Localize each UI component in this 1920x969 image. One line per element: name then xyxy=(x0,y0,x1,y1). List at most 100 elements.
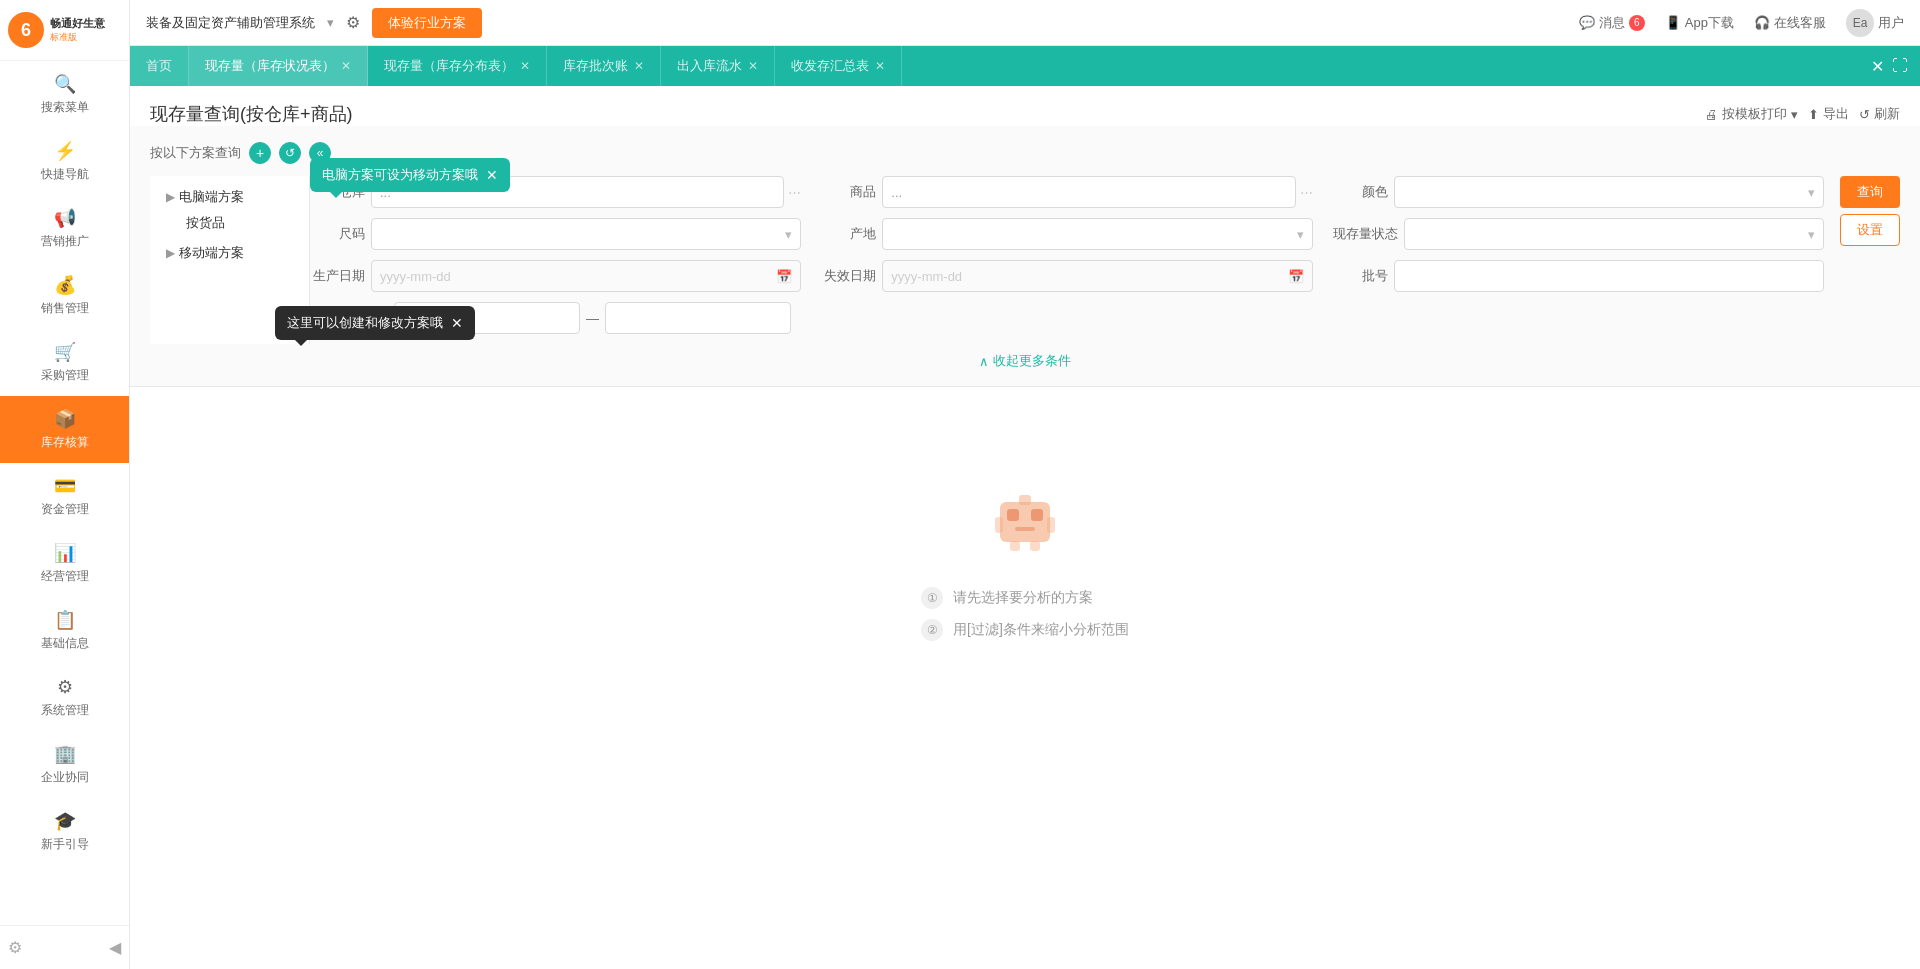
refresh-label: 刷新 xyxy=(1874,105,1900,123)
collapse-sidebar-icon[interactable]: ◀ xyxy=(109,938,121,957)
filter-add-button[interactable]: + xyxy=(249,142,271,164)
tab-stock-status-close[interactable]: ✕ xyxy=(341,59,351,73)
sidebar-item-purchase[interactable]: 🛒 采购管理 xyxy=(0,329,129,396)
tree-item-desktop-sub[interactable]: 按货品 xyxy=(158,210,297,236)
prod-date-input[interactable]: yyyy-mm-dd 📅 xyxy=(371,260,801,292)
tab-inout-flow[interactable]: 出入库流水 ✕ xyxy=(661,46,775,86)
color-label: 颜色 xyxy=(1333,183,1388,201)
refresh-button[interactable]: ↺ 刷新 xyxy=(1859,105,1900,123)
export-button[interactable]: ⬆ 导出 xyxy=(1808,105,1849,123)
sidebar-item-system[interactable]: ⚙ 系统管理 xyxy=(0,664,129,731)
tab-stock-status[interactable]: 现存量（库存状况表） ✕ xyxy=(189,46,368,86)
filter-edit-button[interactable]: ↺ xyxy=(279,142,301,164)
sidebar-item-label: 企业协同 xyxy=(41,769,89,786)
tab-stock-batch-close[interactable]: ✕ xyxy=(634,59,644,73)
sidebar-item-label: 系统管理 xyxy=(41,702,89,719)
top-bar-right: 💬 消息 6 📱 App下载 🎧 在线客服 Ea 用户 xyxy=(1579,9,1904,37)
topbar-settings-icon[interactable]: ⚙ xyxy=(346,13,360,32)
expire-date-input[interactable]: yyyy-mm-dd 📅 xyxy=(882,260,1312,292)
system-dropdown-icon[interactable]: ▾ xyxy=(327,15,334,30)
svg-rect-2 xyxy=(1031,509,1043,521)
tab-stock-dist[interactable]: 现存量（库存分布表） ✕ xyxy=(368,46,547,86)
page-header: 现存量查询(按仓库+商品) 🖨 按模板打印 ▾ ⬆ 导出 ↺ 刷新 xyxy=(130,86,1920,126)
message-item[interactable]: 💬 消息 6 xyxy=(1579,14,1645,32)
tabs-expand-icon[interactable]: ⛶ xyxy=(1892,57,1908,75)
sidebar-item-enterprise[interactable]: 🏢 企业协同 xyxy=(0,731,129,798)
support-item[interactable]: 🎧 在线客服 xyxy=(1754,14,1826,32)
goods-more-icon[interactable]: ⋯ xyxy=(1300,185,1313,200)
tab-home-label: 首页 xyxy=(146,57,172,75)
filter-row-3: 生产日期 yyyy-mm-dd 📅 失效日期 yyyy-mm-dd xyxy=(310,260,1824,292)
tooltip-main-close[interactable]: ✕ xyxy=(486,167,498,183)
building-icon: 🏢 xyxy=(54,743,76,765)
sidebar-item-label: 基础信息 xyxy=(41,635,89,652)
origin-label: 产地 xyxy=(821,225,876,243)
message-badge: 6 xyxy=(1629,15,1645,31)
industry-button[interactable]: 体验行业方案 xyxy=(372,8,482,38)
tab-home[interactable]: 首页 xyxy=(130,46,189,86)
filter-label: 按以下方案查询 xyxy=(150,144,241,162)
tooltip-main-text: 电脑方案可设为移动方案哦 xyxy=(322,166,478,184)
sidebar-item-guide[interactable]: ⚡ 快捷导航 xyxy=(0,128,129,195)
tab-stock-batch[interactable]: 库存批次账 ✕ xyxy=(547,46,661,86)
warehouse-more-icon[interactable]: ⋯ xyxy=(788,185,801,200)
svg-rect-5 xyxy=(995,517,1003,533)
sidebar-item-label: 经营管理 xyxy=(41,568,89,585)
print-button[interactable]: 🖨 按模板打印 ▾ xyxy=(1705,105,1798,123)
stock-status-select[interactable]: ▾ xyxy=(1404,218,1824,250)
sidebar-item-sales[interactable]: 💰 销售管理 xyxy=(0,262,129,329)
batch-input[interactable] xyxy=(1394,260,1824,292)
prod-date-placeholder: yyyy-mm-dd xyxy=(380,269,451,284)
sidebar-item-newguide[interactable]: 🎓 新手引导 xyxy=(0,798,129,865)
tree-item-desktop[interactable]: ▶ 电脑端方案 xyxy=(158,184,297,210)
expire-date-placeholder: yyyy-mm-dd xyxy=(891,269,962,284)
tab-recv-summary-close[interactable]: ✕ xyxy=(875,59,885,73)
origin-select[interactable]: ▾ xyxy=(882,218,1312,250)
app-download-item[interactable]: 📱 App下载 xyxy=(1665,14,1734,32)
goods-placeholder: ... xyxy=(891,185,902,200)
stock-status-arrow-icon: ▾ xyxy=(1808,227,1815,242)
sidebar-nav: 🔍 搜索菜单 ⚡ 快捷导航 📢 营销推广 💰 销售管理 🛒 采购管理 📦 xyxy=(0,61,129,925)
collapse-filter-button[interactable]: ∧ 收起更多条件 xyxy=(150,352,1900,370)
tab-stock-dist-close[interactable]: ✕ xyxy=(520,59,530,73)
tab-inout-flow-close[interactable]: ✕ xyxy=(748,59,758,73)
size-arrow-icon: ▾ xyxy=(785,227,792,242)
goods-label: 商品 xyxy=(821,183,876,201)
sidebar-item-label: 库存核算 xyxy=(41,434,89,451)
tab-recv-summary[interactable]: 收发存汇总表 ✕ xyxy=(775,46,902,86)
sidebar-item-inventory[interactable]: 📦 库存核算 xyxy=(0,396,129,463)
reset-button[interactable]: 设置 xyxy=(1840,214,1900,246)
settings-bottom-icon[interactable]: ⚙ xyxy=(8,938,22,957)
size-select[interactable]: ▾ xyxy=(371,218,801,250)
sidebar-item-operation[interactable]: 📊 经营管理 xyxy=(0,530,129,597)
stock-status-field: 现存量状态 ▾ xyxy=(1333,218,1824,250)
expire-date-field: 失效日期 yyyy-mm-dd 📅 xyxy=(821,260,1312,292)
sidebar-bottom: ⚙ ◀ xyxy=(0,925,129,969)
sidebar-item-marketing[interactable]: 📢 营销推广 xyxy=(0,195,129,262)
top-bar-left: 装备及固定资产辅助管理系统 ▾ ⚙ 体验行业方案 xyxy=(146,8,482,38)
sidebar-item-label: 销售管理 xyxy=(41,300,89,317)
tree-sub-label: 按货品 xyxy=(186,214,225,232)
sidebar-item-basic[interactable]: 📋 基础信息 xyxy=(0,597,129,664)
filter-area: 按以下方案查询 + ↺ « ▶ 电脑端方案 按货品 xyxy=(130,126,1920,387)
user-item[interactable]: Ea 用户 xyxy=(1846,9,1904,37)
sidebar-item-search[interactable]: 🔍 搜索菜单 xyxy=(0,61,129,128)
sidebar-item-label: 营销推广 xyxy=(41,233,89,250)
goods-select[interactable]: ... xyxy=(882,176,1295,208)
main-content: 装备及固定资产辅助管理系统 ▾ ⚙ 体验行业方案 💬 消息 6 📱 App下载 … xyxy=(130,0,1920,969)
cart-icon: 🛒 xyxy=(54,341,76,363)
empty-step-1-text: 请先选择要分析的方案 xyxy=(953,589,1093,607)
tree-mobile-expand-icon: ▶ xyxy=(166,246,175,260)
filter-row-4: 现存量（主） — xyxy=(310,302,1824,334)
color-arrow-icon: ▾ xyxy=(1808,185,1815,200)
tabs-close-icon[interactable]: ✕ xyxy=(1871,57,1884,76)
tree-item-mobile[interactable]: ▶ 移动端方案 xyxy=(158,240,297,266)
sidebar-item-finance[interactable]: 💳 资金管理 xyxy=(0,463,129,530)
color-select[interactable]: ▾ xyxy=(1394,176,1824,208)
page-actions: 🖨 按模板打印 ▾ ⬆ 导出 ↺ 刷新 xyxy=(1705,105,1900,123)
search-button[interactable]: 查询 xyxy=(1840,176,1900,208)
tooltip-sub-close[interactable]: ✕ xyxy=(451,315,463,331)
sidebar: 6 畅通好生意 标准版 🔍 搜索菜单 ⚡ 快捷导航 📢 营销推广 💰 销售 xyxy=(0,0,130,969)
batch-label: 批号 xyxy=(1333,267,1388,285)
qty-max-input[interactable] xyxy=(605,302,791,334)
